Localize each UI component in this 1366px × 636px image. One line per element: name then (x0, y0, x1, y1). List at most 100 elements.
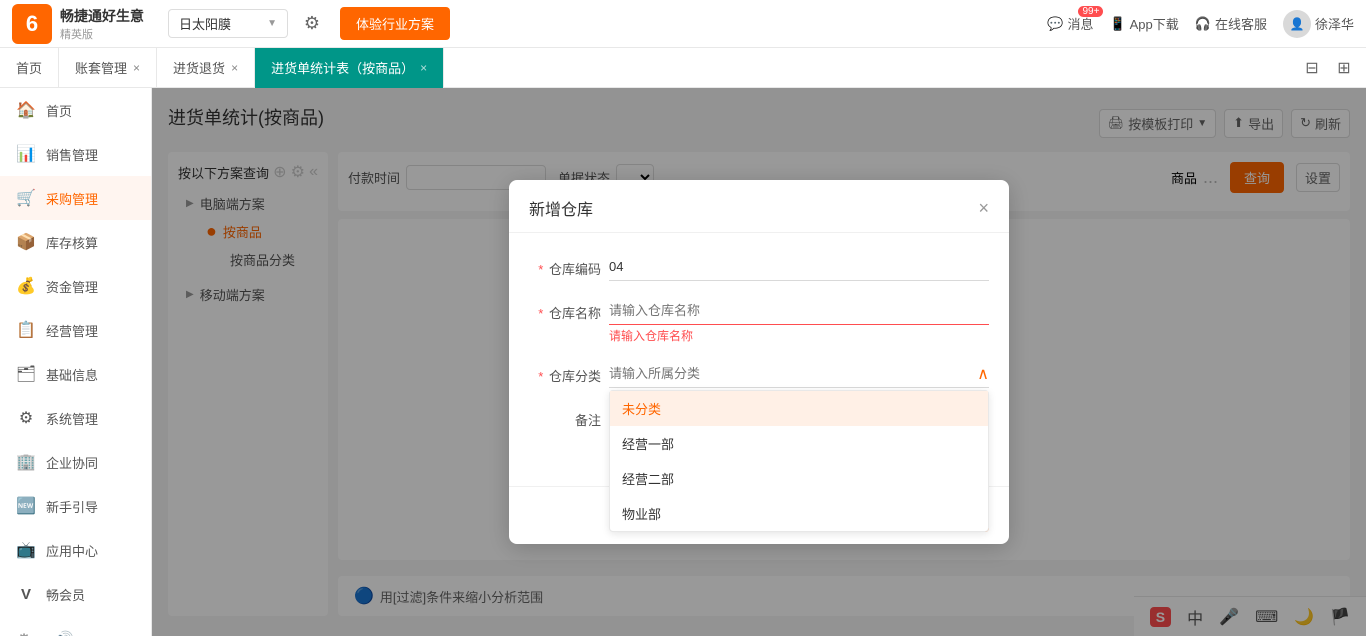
sidebar-item-basic[interactable]: 🗂 基础信息 (0, 352, 151, 396)
required-star-category: * (538, 369, 543, 384)
message-icon: 💬 (1047, 16, 1063, 32)
category-dropdown: 未分类 经营一部 经营二部 物业部 (609, 390, 989, 532)
code-label: * 仓库编码 (529, 253, 609, 278)
sidebar-item-home-label: 首页 (46, 101, 72, 120)
tabbar: 首页 账套管理 × 进货退货 × 进货单统计表（按商品） × ⊟ ⊞ (0, 48, 1366, 88)
modal-title: 新增仓库 (529, 196, 593, 220)
sidebar-item-purchase-label: 采购管理 (46, 189, 98, 208)
sidebar-item-operation[interactable]: 📋 经营管理 (0, 308, 151, 352)
dropdown-item-2[interactable]: 经营二部 (610, 461, 988, 496)
topbar-right: 💬 消息 99+ 📱 App下载 🎧 在线客服 👤 徐泽华 (1047, 10, 1354, 38)
sidebar-item-vip[interactable]: V 畅会员 (0, 572, 151, 616)
category-field: ∧ 未分类 经营一部 经营二部 物业部 (609, 360, 989, 388)
phone-icon: 📱 (1109, 16, 1125, 32)
sidebar-collapse-icon[interactable]: 🔊 (48, 624, 80, 636)
code-input[interactable] (609, 253, 989, 281)
enterprise-icon: 🏢 (16, 452, 36, 472)
sales-icon: 📊 (16, 144, 36, 164)
guide-icon: 🆕 (16, 496, 36, 516)
name-field: 请输入仓库名称 (609, 297, 989, 344)
tab-expand-icon[interactable]: ⊞ (1330, 54, 1358, 82)
brand-sub: 精英版 (60, 26, 144, 42)
app-label: App下载 (1130, 14, 1179, 33)
category-label: * 仓库分类 (529, 360, 609, 385)
tab-minimize-icon[interactable]: ⊟ (1298, 54, 1326, 82)
trial-button[interactable]: 体验行业方案 (340, 7, 450, 40)
sidebar-settings-icon[interactable]: ⚙ (8, 624, 40, 636)
required-star-name: * (538, 306, 543, 321)
basic-icon: 🗂 (16, 364, 36, 384)
finance-icon: 💰 (16, 276, 36, 296)
tab-account-close[interactable]: × (133, 61, 140, 75)
sidebar-item-home[interactable]: 🏠 首页 (0, 88, 151, 132)
appcenter-icon: 📺 (16, 540, 36, 560)
avatar: 👤 (1283, 10, 1311, 38)
app-logo: 6 (12, 4, 52, 44)
tab-home[interactable]: 首页 (0, 48, 59, 88)
topbar: 6 畅捷通好生意 精英版 日太阳膜 ▼ ⚙ 体验行业方案 💬 消息 99+ 📱 … (0, 0, 1366, 48)
remark-label: 备注 (529, 404, 609, 429)
tab-purchase-stat-label: 进货单统计表（按商品） (271, 58, 414, 77)
home-icon: 🏠 (16, 100, 36, 120)
sidebar-item-finance-label: 资金管理 (46, 277, 98, 296)
sidebar-item-finance[interactable]: 💰 资金管理 (0, 264, 151, 308)
sidebar-item-system-label: 系统管理 (46, 409, 98, 428)
sidebar-item-enterprise-label: 企业协同 (46, 453, 98, 472)
chevron-up-icon[interactable]: ∧ (977, 364, 989, 384)
chevron-down-icon: ▼ (267, 18, 277, 29)
name-label: * 仓库名称 (529, 297, 609, 322)
user-menu[interactable]: 👤 徐泽华 (1283, 10, 1354, 38)
sidebar-item-vip-label: 畅会员 (46, 585, 85, 604)
category-input[interactable] (609, 360, 989, 388)
store-selector[interactable]: 日太阳膜 ▼ (168, 9, 288, 38)
sidebar-item-guide[interactable]: 🆕 新手引导 (0, 484, 151, 528)
sidebar-item-appcenter[interactable]: 📺 应用中心 (0, 528, 151, 572)
form-row-category: * 仓库分类 ∧ 未分类 经营一部 经营二部 (529, 360, 989, 388)
headphone-icon: 🎧 (1195, 16, 1211, 32)
content-area: 进货单统计(按商品) 🖨 按模板打印 ▼ ⬆ 导出 ↻ 刷新 (152, 88, 1366, 636)
tab-actions: ⊟ ⊞ (1298, 54, 1366, 82)
category-select-wrap: ∧ 未分类 经营一部 经营二部 物业部 (609, 360, 989, 388)
dropdown-item-3[interactable]: 物业部 (610, 496, 988, 531)
system-icon: ⚙ (16, 408, 36, 428)
settings-icon[interactable]: ⚙ (296, 8, 328, 40)
tab-purchase-return[interactable]: 进货退货 × (157, 48, 255, 88)
app-download-button[interactable]: 📱 App下载 (1109, 14, 1178, 33)
sidebar-item-enterprise[interactable]: 🏢 企业协同 (0, 440, 151, 484)
dropdown-item-0[interactable]: 未分类 (610, 391, 988, 426)
sidebar: 🏠 首页 📊 销售管理 🛒 采购管理 📦 库存核算 💰 资金管理 📋 经营管理 … (0, 88, 152, 636)
form-row-code: * 仓库编码 (529, 253, 989, 281)
sidebar-item-sales[interactable]: 📊 销售管理 (0, 132, 151, 176)
brand-name: 畅捷通好生意 (60, 6, 144, 26)
sidebar-item-sales-label: 销售管理 (46, 145, 98, 164)
store-name: 日太阳膜 (179, 14, 231, 33)
sidebar-item-system[interactable]: ⚙ 系统管理 (0, 396, 151, 440)
online-service-button[interactable]: 🎧 在线客服 (1195, 14, 1267, 33)
sidebar-item-inventory-label: 库存核算 (46, 233, 98, 252)
new-warehouse-modal: 新增仓库 × * 仓库编码 (509, 180, 1009, 544)
code-field (609, 253, 989, 281)
form-row-name: * 仓库名称 请输入仓库名称 (529, 297, 989, 344)
modal-body: * 仓库编码 * 仓库名称 (509, 233, 1009, 486)
tab-home-label: 首页 (16, 58, 42, 77)
inventory-icon: 📦 (16, 232, 36, 252)
sidebar-item-inventory[interactable]: 📦 库存核算 (0, 220, 151, 264)
tab-purchase-stat[interactable]: 进货单统计表（按商品） × (255, 48, 444, 88)
sidebar-item-appcenter-label: 应用中心 (46, 541, 98, 560)
modal-close-button[interactable]: × (978, 198, 989, 219)
purchase-icon: 🛒 (16, 188, 36, 208)
message-button[interactable]: 💬 消息 99+ (1047, 14, 1093, 33)
message-badge: 99+ (1078, 6, 1103, 17)
sidebar-item-purchase[interactable]: 🛒 采购管理 (0, 176, 151, 220)
dropdown-item-1[interactable]: 经营一部 (610, 426, 988, 461)
sidebar-item-operation-label: 经营管理 (46, 321, 98, 340)
name-input[interactable] (609, 297, 989, 325)
sidebar-item-basic-label: 基础信息 (46, 365, 98, 384)
tab-account[interactable]: 账套管理 × (59, 48, 157, 88)
vip-icon: V (16, 584, 36, 604)
tab-purchase-stat-close[interactable]: × (420, 61, 427, 75)
tab-purchase-return-close[interactable]: × (231, 61, 238, 75)
modal-header: 新增仓库 × (509, 180, 1009, 233)
required-star-code: * (538, 262, 543, 277)
username: 徐泽华 (1315, 14, 1354, 33)
